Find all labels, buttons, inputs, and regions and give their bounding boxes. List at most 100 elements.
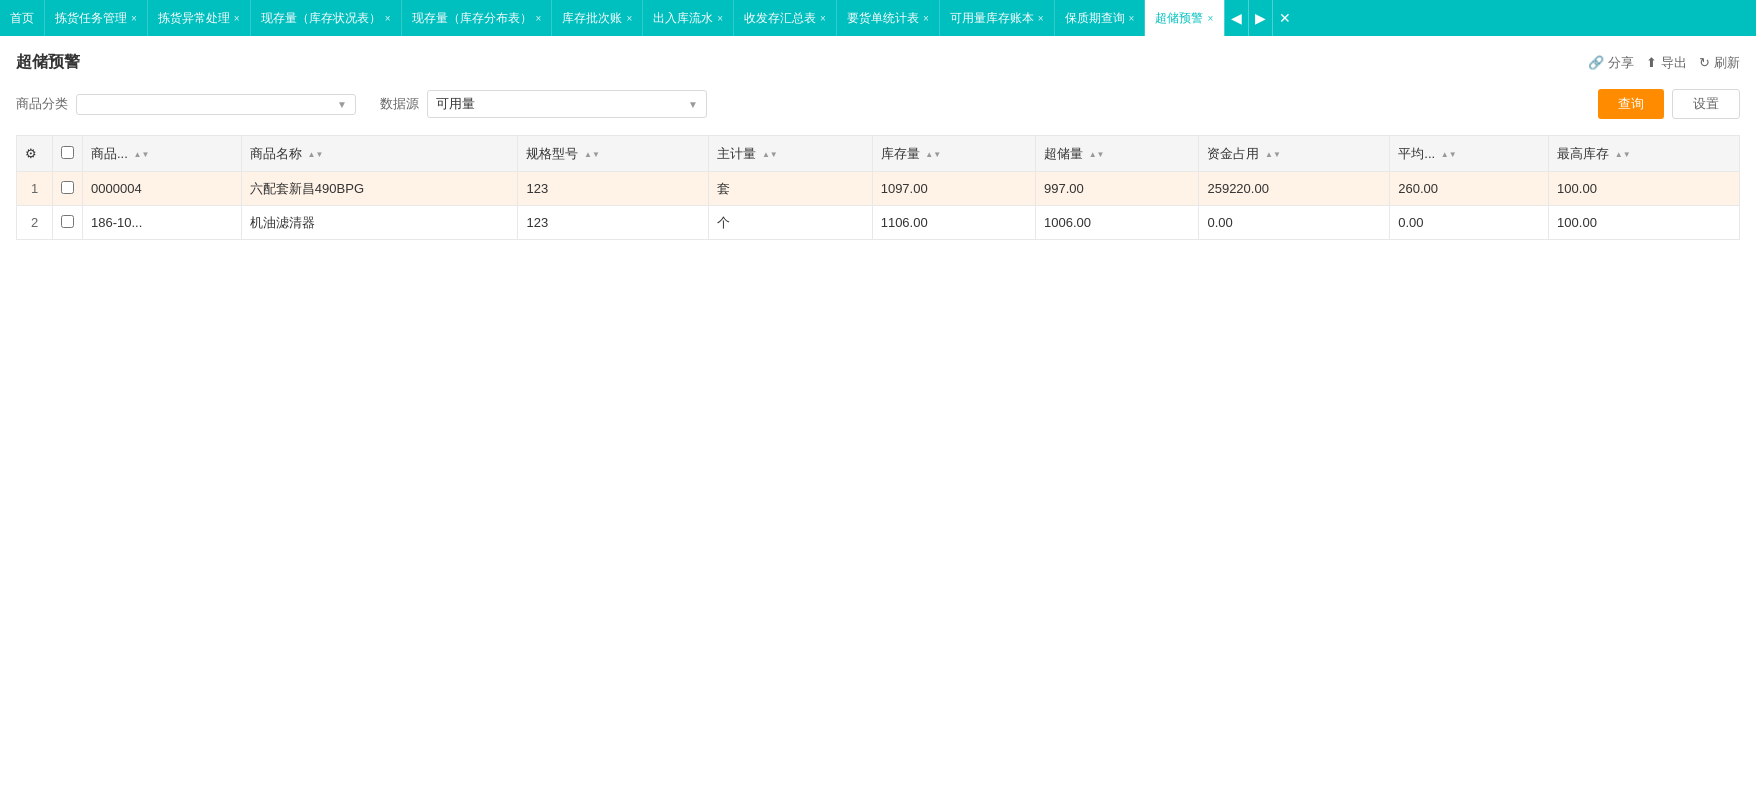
category-label: 商品分类 xyxy=(16,95,68,113)
col-spec[interactable]: 规格型号 ▲▼ xyxy=(518,136,709,172)
nav-tab-4-label: 现存量（库存分布表） xyxy=(412,10,532,27)
col-code-label: 商品... xyxy=(91,146,128,161)
col-code[interactable]: 商品... ▲▼ xyxy=(83,136,242,172)
nav-tab-7-close[interactable]: × xyxy=(820,13,826,24)
nav-tab-3[interactable]: 现存量（库存状况表） × xyxy=(251,0,402,36)
nav-prev-button[interactable]: ◀ xyxy=(1224,0,1248,36)
col-capital[interactable]: 资金占用 ▲▼ xyxy=(1199,136,1390,172)
page-header: 超储预警 🔗 分享 ⬆ 导出 ↻ 刷新 xyxy=(16,52,1740,73)
col-overstock-sort-icon: ▲▼ xyxy=(1089,150,1105,159)
nav-close-button[interactable]: ✕ xyxy=(1272,0,1296,36)
nav-tab-1-label: 拣货任务管理 xyxy=(55,10,127,27)
refresh-button[interactable]: ↻ 刷新 xyxy=(1699,54,1740,72)
col-max-label: 最高库存 xyxy=(1557,146,1609,161)
page-title: 超储预警 xyxy=(16,52,80,73)
row-1-checkbox-cell[interactable] xyxy=(53,172,83,206)
nav-tab-8[interactable]: 要货单统计表 × xyxy=(837,0,940,36)
row-1-max: 100.00 xyxy=(1549,172,1740,206)
share-button[interactable]: 🔗 分享 xyxy=(1588,54,1634,72)
nav-tab-home[interactable]: 首页 xyxy=(0,0,45,36)
col-unit[interactable]: 主计量 ▲▼ xyxy=(709,136,872,172)
col-stock-sort-icon: ▲▼ xyxy=(925,150,941,159)
table-row: 1 0000004 六配套新昌490BPG 123 套 1097.00 997.… xyxy=(17,172,1740,206)
nav-tab-10[interactable]: 保质期查询 × xyxy=(1055,0,1146,36)
export-button[interactable]: ⬆ 导出 xyxy=(1646,54,1687,72)
row-2-num: 2 xyxy=(17,206,53,240)
nav-tab-11[interactable]: 超储预警 × xyxy=(1145,0,1224,36)
col-overstock[interactable]: 超储量 ▲▼ xyxy=(1036,136,1199,172)
nav-tab-10-label: 保质期查询 xyxy=(1065,10,1125,27)
datasource-select[interactable]: 可用量 ▼ xyxy=(427,90,707,118)
filter-row: 商品分类 ▼ 数据源 可用量 ▼ 查询 设置 xyxy=(16,89,1740,119)
nav-tab-2-close[interactable]: × xyxy=(234,13,240,24)
nav-tab-7[interactable]: 收发存汇总表 × xyxy=(734,0,837,36)
nav-tab-2[interactable]: 拣货异常处理 × xyxy=(148,0,251,36)
datasource-dropdown-icon: ▼ xyxy=(688,99,698,110)
nav-tab-4[interactable]: 现存量（库存分布表） × xyxy=(402,0,553,36)
row-2-checkbox-cell[interactable] xyxy=(53,206,83,240)
col-unit-label: 主计量 xyxy=(717,146,756,161)
col-select-all[interactable] xyxy=(53,136,83,172)
datasource-label: 数据源 xyxy=(380,95,419,113)
nav-tab-6-close[interactable]: × xyxy=(717,13,723,24)
settings-button[interactable]: 设置 xyxy=(1672,89,1740,119)
row-2-max: 100.00 xyxy=(1549,206,1740,240)
col-unit-sort-icon: ▲▼ xyxy=(762,150,778,159)
nav-tab-1-close[interactable]: × xyxy=(131,13,137,24)
top-navigation: 首页 拣货任务管理 × 拣货异常处理 × 现存量（库存状况表） × 现存量（库存… xyxy=(0,0,1756,36)
share-label: 分享 xyxy=(1608,54,1634,72)
nav-tab-5-close[interactable]: × xyxy=(626,13,632,24)
nav-tab-8-close[interactable]: × xyxy=(923,13,929,24)
nav-tab-10-close[interactable]: × xyxy=(1129,13,1135,24)
col-avg[interactable]: 平均... ▲▼ xyxy=(1390,136,1549,172)
col-max-sort-icon: ▲▼ xyxy=(1615,150,1631,159)
row-2-checkbox[interactable] xyxy=(61,215,74,228)
nav-tab-3-close[interactable]: × xyxy=(385,13,391,24)
row-1-unit: 套 xyxy=(709,172,872,206)
col-max[interactable]: 最高库存 ▲▼ xyxy=(1549,136,1740,172)
col-code-sort-icon: ▲▼ xyxy=(133,150,149,159)
col-gear[interactable]: ⚙ xyxy=(17,136,53,172)
nav-tab-6[interactable]: 出入库流水 × xyxy=(643,0,734,36)
row-1-checkbox[interactable] xyxy=(61,181,74,194)
table-row: 2 186-10... 机油滤清器 123 个 1106.00 1006.00 … xyxy=(17,206,1740,240)
row-1-overstock: 997.00 xyxy=(1036,172,1199,206)
select-all-checkbox[interactable] xyxy=(61,146,74,159)
col-overstock-label: 超储量 xyxy=(1044,146,1083,161)
data-table: ⚙ 商品... ▲▼ 商品名称 ▲▼ 规格型号 ▲▼ 主计 xyxy=(16,135,1740,240)
datasource-value: 可用量 xyxy=(436,95,475,113)
nav-tab-7-label: 收发存汇总表 xyxy=(744,10,816,27)
table-header-row: ⚙ 商品... ▲▼ 商品名称 ▲▼ 规格型号 ▲▼ 主计 xyxy=(17,136,1740,172)
export-icon: ⬆ xyxy=(1646,55,1657,70)
row-2-capital: 0.00 xyxy=(1199,206,1390,240)
filter-buttons: 查询 设置 xyxy=(1598,89,1740,119)
share-icon: 🔗 xyxy=(1588,55,1604,70)
nav-tab-3-label: 现存量（库存状况表） xyxy=(261,10,381,27)
query-button[interactable]: 查询 xyxy=(1598,89,1664,119)
nav-next-button[interactable]: ▶ xyxy=(1248,0,1272,36)
nav-tab-11-close[interactable]: × xyxy=(1207,13,1213,24)
nav-tab-4-close[interactable]: × xyxy=(536,13,542,24)
row-2-unit: 个 xyxy=(709,206,872,240)
row-2-name: 机油滤清器 xyxy=(241,206,518,240)
col-spec-sort-icon: ▲▼ xyxy=(584,150,600,159)
nav-tab-1[interactable]: 拣货任务管理 × xyxy=(45,0,148,36)
nav-tab-11-label: 超储预警 xyxy=(1155,10,1203,27)
category-select[interactable]: ▼ xyxy=(76,94,356,115)
col-name[interactable]: 商品名称 ▲▼ xyxy=(241,136,518,172)
nav-tab-6-label: 出入库流水 xyxy=(653,10,713,27)
datasource-filter: 数据源 可用量 ▼ xyxy=(380,90,707,118)
col-capital-label: 资金占用 xyxy=(1207,146,1259,161)
nav-tab-9-close[interactable]: × xyxy=(1038,13,1044,24)
nav-tab-9[interactable]: 可用量库存账本 × xyxy=(940,0,1055,36)
refresh-icon: ↻ xyxy=(1699,55,1710,70)
row-1-code: 0000004 xyxy=(83,172,242,206)
col-stock[interactable]: 库存量 ▲▼ xyxy=(872,136,1035,172)
category-dropdown-icon: ▼ xyxy=(337,99,347,110)
nav-tab-5[interactable]: 库存批次账 × xyxy=(552,0,643,36)
row-1-stock: 1097.00 xyxy=(872,172,1035,206)
row-2-spec: 123 xyxy=(518,206,709,240)
row-2-code: 186-10... xyxy=(83,206,242,240)
row-2-overstock: 1006.00 xyxy=(1036,206,1199,240)
row-1-capital: 259220.00 xyxy=(1199,172,1390,206)
